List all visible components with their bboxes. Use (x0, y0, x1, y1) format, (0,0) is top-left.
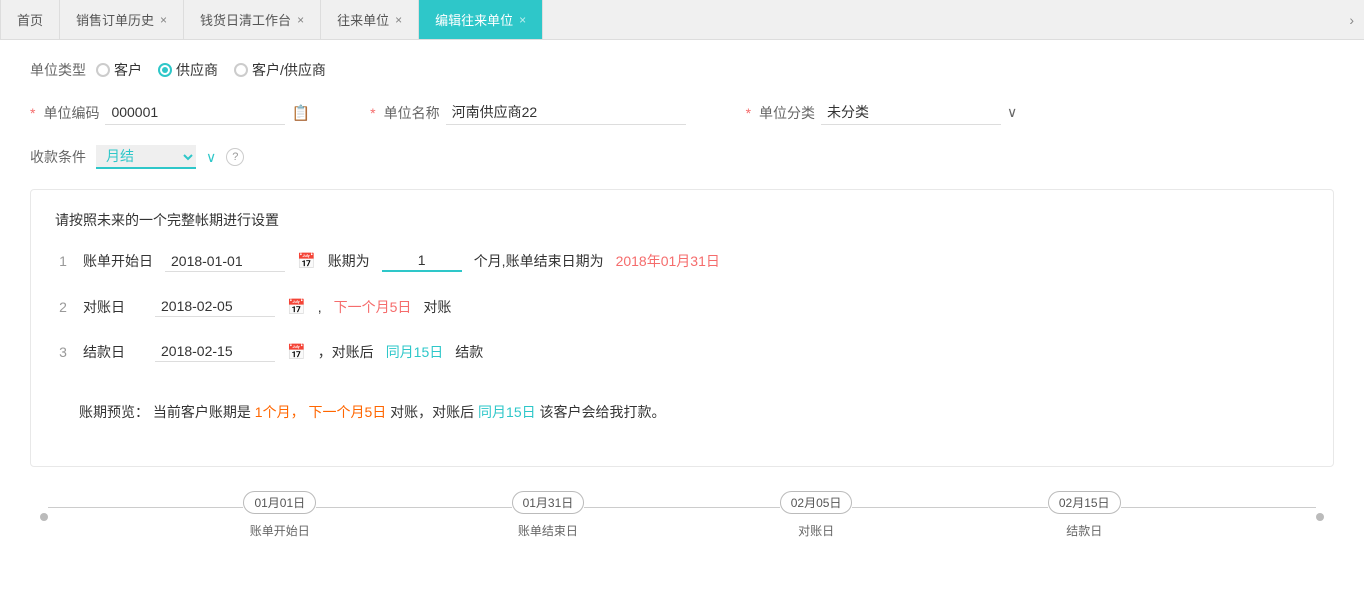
timeline-label-3: 结款日 (1066, 522, 1102, 539)
period-row-2: 2 对账日 📅 , 下一个月5日 对账 (55, 296, 1309, 317)
required-star-code: * (30, 105, 35, 121)
period-row-1: 1 账单开始日 📅 账期为 个月,账单结束日期为 2018年01月31日 (55, 250, 1309, 272)
radio-circle-customer (96, 63, 110, 77)
timeline-point-2: 02月05日 对账日 (780, 491, 853, 539)
preview-after: 该客户会给我打款。 (540, 404, 666, 420)
tab-cash-close[interactable]: × (297, 13, 304, 27)
tab-arrow[interactable]: › (1339, 0, 1364, 39)
payment-date-calendar-icon[interactable]: 📅 (287, 343, 306, 361)
payment-date-input[interactable] (155, 341, 275, 362)
timeline-badge-2: 02月05日 (780, 491, 853, 514)
reconcile-suffix: 对账 (423, 297, 451, 317)
unit-name-field: * 单位名称 (370, 100, 685, 125)
required-star-category: * (746, 105, 751, 121)
tab-partner-units[interactable]: 往来单位 × (321, 0, 419, 39)
reconcile-date-input[interactable] (155, 296, 275, 317)
unit-category-field: * 单位分类 ∨ (746, 100, 1018, 125)
radio-circle-supplier (158, 63, 172, 77)
timeline-badge-1: 01月31日 (512, 491, 585, 514)
collection-condition-row: 收款条件 月结 ∨ ? (30, 145, 1334, 169)
chevron-right-icon: › (1349, 12, 1354, 28)
timeline-container: 01月01日 账单开始日 01月31日 账单结束日 02月05日 对账日 02月… (30, 487, 1334, 539)
unit-code-icon[interactable]: 📋 (291, 104, 310, 122)
tab-edit-close[interactable]: × (519, 13, 526, 27)
period-end-date: 2018年01月31日 (616, 251, 720, 271)
unit-type-row: 单位类型 客户 供应商 客户/供应商 (30, 60, 1334, 80)
radio-circle-both (234, 63, 248, 77)
payment-text: ，对账后 (318, 342, 374, 362)
timeline-point-3: 02月15日 结款日 (1048, 491, 1121, 539)
period-suffix-1: 账期为 (328, 251, 370, 271)
timeline-label-0: 账单开始日 (250, 522, 310, 539)
tab-cash-label: 钱货日清工作台 (200, 10, 291, 29)
period-num-3: 3 (55, 344, 71, 360)
preview-section: 账期预览： 当前客户账期是 1个月， 下一个月5日 对账，对账后 同月15日 该… (55, 386, 1309, 422)
preview-label: 账期预览： (79, 404, 149, 420)
tab-edit-partner[interactable]: 编辑往来单位 × (419, 0, 543, 39)
unit-type-label: 单位类型 (30, 60, 86, 80)
preview-before: 当前客户账期是 (153, 404, 251, 420)
tab-home-label: 首页 (17, 10, 43, 29)
unit-code-field: * 单位编码 📋 (30, 100, 310, 125)
reconcile-highlight: 下一个月5日 (334, 297, 412, 317)
payment-suffix: 结款 (455, 342, 483, 362)
radio-both[interactable]: 客户/供应商 (234, 60, 326, 80)
period-row-3: 3 结款日 📅 ，对账后 同月15日 结款 (55, 341, 1309, 362)
reconcile-date-calendar-icon[interactable]: 📅 (287, 298, 306, 316)
main-content: 单位类型 客户 供应商 客户/供应商 * 单位编码 📋 * (0, 40, 1364, 608)
category-dropdown-icon[interactable]: ∨ (1007, 104, 1017, 121)
tab-partner-label: 往来单位 (337, 10, 389, 29)
start-date-label: 账单开始日 (83, 251, 153, 271)
tab-edit-label: 编辑往来单位 (435, 10, 513, 29)
start-date-input[interactable] (165, 251, 285, 272)
preview-reconcile: 下一个月5日 (308, 404, 386, 420)
reconcile-text: , (318, 299, 322, 315)
unit-type-radio-group: 客户 供应商 客户/供应商 (96, 60, 326, 80)
unit-code-label: 单位编码 (43, 103, 99, 123)
period-unit-1: 个月,账单结束日期为 (474, 251, 604, 271)
tab-sales-close[interactable]: × (160, 13, 167, 27)
preview-text: 账期预览： 当前客户账期是 1个月， 下一个月5日 对账，对账后 同月15日 该… (79, 402, 1285, 422)
tab-sales-label: 销售订单历史 (76, 10, 154, 29)
radio-supplier[interactable]: 供应商 (158, 60, 218, 80)
timeline-label-1: 账单结束日 (518, 522, 578, 539)
unit-name-label: 单位名称 (384, 103, 440, 123)
radio-both-label: 客户/供应商 (252, 60, 326, 80)
tab-cash-work[interactable]: 钱货日清工作台 × (184, 0, 321, 39)
timeline-point-0: 01月01日 账单开始日 (243, 491, 316, 539)
preview-mid: 对账，对账后 (390, 404, 474, 420)
collection-select[interactable]: 月结 (96, 145, 196, 169)
timeline-label-2: 对账日 (798, 522, 834, 539)
preview-payment: 同月15日 (478, 404, 536, 420)
unit-code-input[interactable] (105, 100, 285, 125)
tab-sales-order-history[interactable]: 销售订单历史 × (60, 0, 184, 39)
tabs-bar: 首页 销售订单历史 × 钱货日清工作台 × 往来单位 × 编辑往来单位 × › (0, 0, 1364, 40)
required-star-name: * (370, 105, 375, 121)
tab-home[interactable]: 首页 (0, 0, 60, 39)
period-num-1: 1 (55, 253, 71, 269)
radio-customer-label: 客户 (114, 60, 142, 80)
preview-period: 1个月， (255, 404, 305, 420)
help-icon[interactable]: ? (226, 148, 244, 166)
unit-fields-row: * 单位编码 📋 * 单位名称 * 单位分类 ∨ (30, 100, 1334, 125)
reconcile-date-label: 对账日 (83, 297, 143, 317)
period-card: 请按照未来的一个完整帐期进行设置 1 账单开始日 📅 账期为 个月,账单结束日期… (30, 189, 1334, 467)
collection-label: 收款条件 (30, 147, 86, 167)
unit-category-label: 单位分类 (759, 103, 815, 123)
payment-date-label: 结款日 (83, 342, 143, 362)
timeline-badge-3: 02月15日 (1048, 491, 1121, 514)
timeline-point-1: 01月31日 账单结束日 (512, 491, 585, 539)
radio-supplier-label: 供应商 (176, 60, 218, 80)
timeline-badge-0: 01月01日 (243, 491, 316, 514)
unit-category-input[interactable] (821, 100, 1001, 125)
radio-customer[interactable]: 客户 (96, 60, 142, 80)
period-months-input[interactable] (382, 250, 462, 272)
collection-dropdown-icon[interactable]: ∨ (206, 149, 216, 166)
period-title: 请按照未来的一个完整帐期进行设置 (55, 210, 1309, 230)
payment-highlight: 同月15日 (386, 342, 444, 362)
tab-partner-close[interactable]: × (395, 13, 402, 27)
unit-name-input[interactable] (446, 100, 686, 125)
period-num-2: 2 (55, 299, 71, 315)
start-date-calendar-icon[interactable]: 📅 (297, 252, 316, 270)
